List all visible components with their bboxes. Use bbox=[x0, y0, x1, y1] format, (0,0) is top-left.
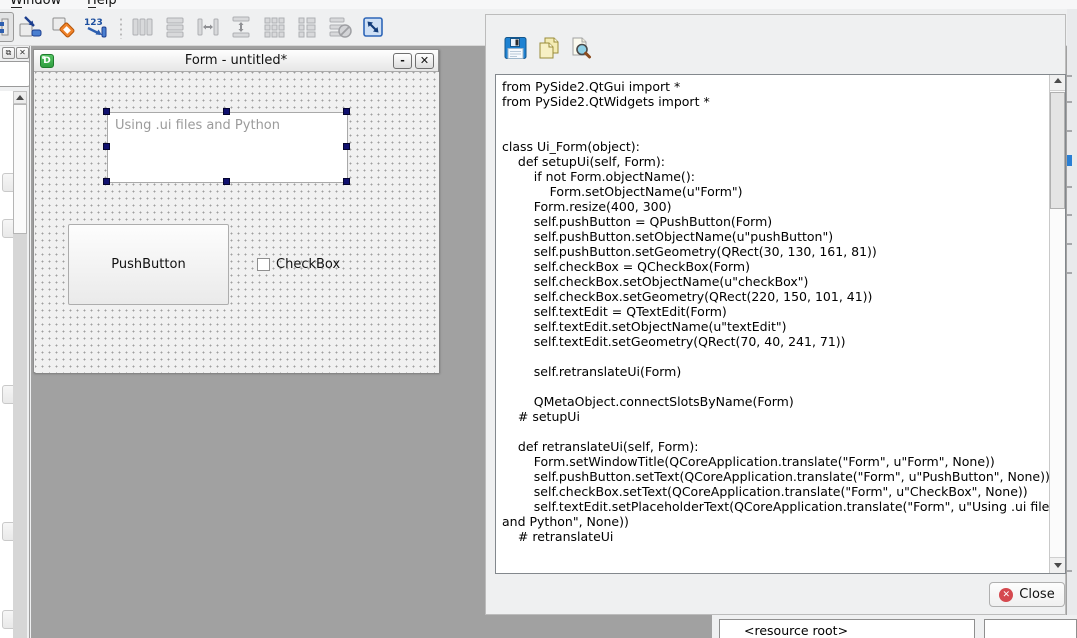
down-arrow-icon bbox=[1054, 563, 1062, 568]
dock-float-button[interactable]: ⧉ bbox=[2, 47, 15, 59]
scrollbar-thumb[interactable] bbox=[1050, 92, 1065, 209]
close-circle-icon: ✕ bbox=[999, 588, 1013, 602]
close-window-button[interactable]: ✕ bbox=[415, 53, 434, 69]
property-row-edge bbox=[1067, 272, 1072, 274]
property-row-edge bbox=[1067, 214, 1072, 216]
layout-horizontally-splitter-button[interactable] bbox=[194, 12, 222, 42]
break-layout-icon bbox=[328, 15, 352, 39]
textedit-widget[interactable]: Using .ui files and Python bbox=[107, 112, 348, 183]
adjust-size-icon bbox=[361, 15, 385, 39]
resource-root-item[interactable]: <resource root> bbox=[744, 623, 848, 638]
form-designer-window: D Form - untitled* - ✕ PushButton CheckB… bbox=[33, 49, 439, 373]
layout-horizontally-button[interactable] bbox=[128, 12, 156, 42]
copy-icon bbox=[537, 36, 561, 60]
layout-form-button[interactable] bbox=[293, 12, 321, 42]
checkbox-label: CheckBox bbox=[276, 257, 340, 272]
layout-vertically-button[interactable] bbox=[161, 12, 189, 42]
dock-close-button[interactable]: ✕ bbox=[16, 47, 29, 59]
layout-vertically-splitter-button[interactable] bbox=[227, 12, 255, 42]
up-arrow-icon bbox=[16, 95, 24, 100]
qt-designer-app: Window Help 123 bbox=[0, 0, 1077, 638]
selection-handle-top-center[interactable] bbox=[223, 108, 230, 115]
scroll-up-button[interactable] bbox=[1050, 75, 1065, 91]
toolbar-separator bbox=[119, 17, 123, 39]
selection-handle-mid-right[interactable] bbox=[343, 143, 350, 150]
layout-vertically-icon bbox=[163, 15, 187, 39]
close-button-label: Close bbox=[1019, 587, 1054, 602]
property-row-edge bbox=[1067, 75, 1072, 77]
resource-list-panel[interactable] bbox=[984, 619, 1077, 638]
edit-buddies-icon bbox=[51, 15, 75, 39]
widget-box-dock: ⧉ ✕ bbox=[0, 46, 30, 638]
code-editor[interactable]: from PySide2.QtGui import * from PySide2… bbox=[495, 74, 1066, 574]
property-row-edge bbox=[1067, 186, 1072, 188]
up-arrow-icon bbox=[1054, 78, 1062, 83]
selection-handle-bottom-right[interactable] bbox=[343, 178, 350, 185]
selection-handle-top-right[interactable] bbox=[343, 108, 350, 115]
pushbutton-widget[interactable]: PushButton bbox=[68, 224, 229, 305]
edit-buddies-button[interactable] bbox=[49, 12, 77, 42]
property-row-edge bbox=[1067, 570, 1072, 572]
layout-form-icon bbox=[295, 15, 319, 39]
help-mnemonic-underline bbox=[88, 7, 96, 8]
widget-filter-input[interactable] bbox=[0, 61, 30, 87]
copy-icon-button[interactable] bbox=[537, 36, 561, 62]
code-preview-dialog: from PySide2.QtGui import * from PySide2… bbox=[485, 14, 1066, 615]
selection-handle-top-left[interactable] bbox=[103, 108, 110, 115]
widget-list[interactable] bbox=[0, 91, 13, 638]
layout-grid-button[interactable] bbox=[260, 12, 288, 42]
property-row-edge bbox=[1067, 243, 1072, 245]
menubar: Window Help bbox=[0, 0, 1077, 9]
save-icon bbox=[504, 36, 528, 60]
edit-signals-slots-icon bbox=[18, 15, 42, 39]
edit-tab-order-button[interactable]: 123 bbox=[82, 12, 110, 42]
edit-widgets-icon bbox=[0, 15, 12, 39]
edit-tab-order-icon: 123 bbox=[83, 15, 109, 39]
minimize-button[interactable]: - bbox=[393, 53, 412, 69]
find-preview-button[interactable] bbox=[569, 36, 593, 62]
scrollbar-thumb[interactable] bbox=[13, 104, 27, 234]
resource-tree-panel[interactable]: <resource root> bbox=[719, 619, 975, 638]
edit-widgets-button[interactable] bbox=[0, 12, 14, 42]
selection-handle-bottom-left[interactable] bbox=[103, 178, 110, 185]
property-editor-edge bbox=[1067, 9, 1077, 638]
selection-handle-bottom-center[interactable] bbox=[223, 178, 230, 185]
layout-horizontally-splitter-icon bbox=[196, 15, 220, 39]
checkbox-box[interactable] bbox=[257, 258, 270, 271]
selection-handle-mid-left[interactable] bbox=[103, 143, 110, 150]
scroll-down-button[interactable] bbox=[1050, 557, 1065, 573]
save-button[interactable] bbox=[504, 36, 528, 62]
textedit-placeholder: Using .ui files and Python bbox=[108, 113, 347, 138]
close-dialog-button[interactable]: ✕ Close bbox=[989, 582, 1065, 607]
form-window-title: Form - untitled* bbox=[34, 53, 438, 68]
scroll-up-button[interactable] bbox=[13, 91, 27, 104]
svg-text:123: 123 bbox=[84, 18, 103, 28]
pushbutton-label: PushButton bbox=[111, 257, 185, 272]
resource-browser-dock: <resource root> bbox=[712, 615, 1077, 638]
layout-horizontally-icon bbox=[130, 15, 154, 39]
window-mnemonic-underline bbox=[11, 7, 22, 8]
property-row-edge bbox=[1067, 130, 1072, 132]
find-icon bbox=[569, 36, 593, 60]
code-scrollbar[interactable] bbox=[1049, 75, 1065, 573]
property-row-edge bbox=[1067, 101, 1072, 103]
form-window-titlebar[interactable]: D Form - untitled* - ✕ bbox=[34, 50, 438, 72]
edit-signals-slots-button[interactable] bbox=[16, 12, 44, 42]
widget-list-scrollbar[interactable] bbox=[13, 91, 27, 638]
property-row-selected-edge bbox=[1067, 155, 1072, 166]
layout-vertically-splitter-icon bbox=[229, 15, 253, 39]
adjust-size-button[interactable] bbox=[359, 12, 387, 42]
break-layout-button[interactable] bbox=[326, 12, 354, 42]
layout-grid-icon bbox=[262, 15, 286, 39]
checkbox-widget[interactable]: CheckBox bbox=[257, 256, 340, 273]
code-text: from PySide2.QtGui import * from PySide2… bbox=[496, 75, 1049, 544]
